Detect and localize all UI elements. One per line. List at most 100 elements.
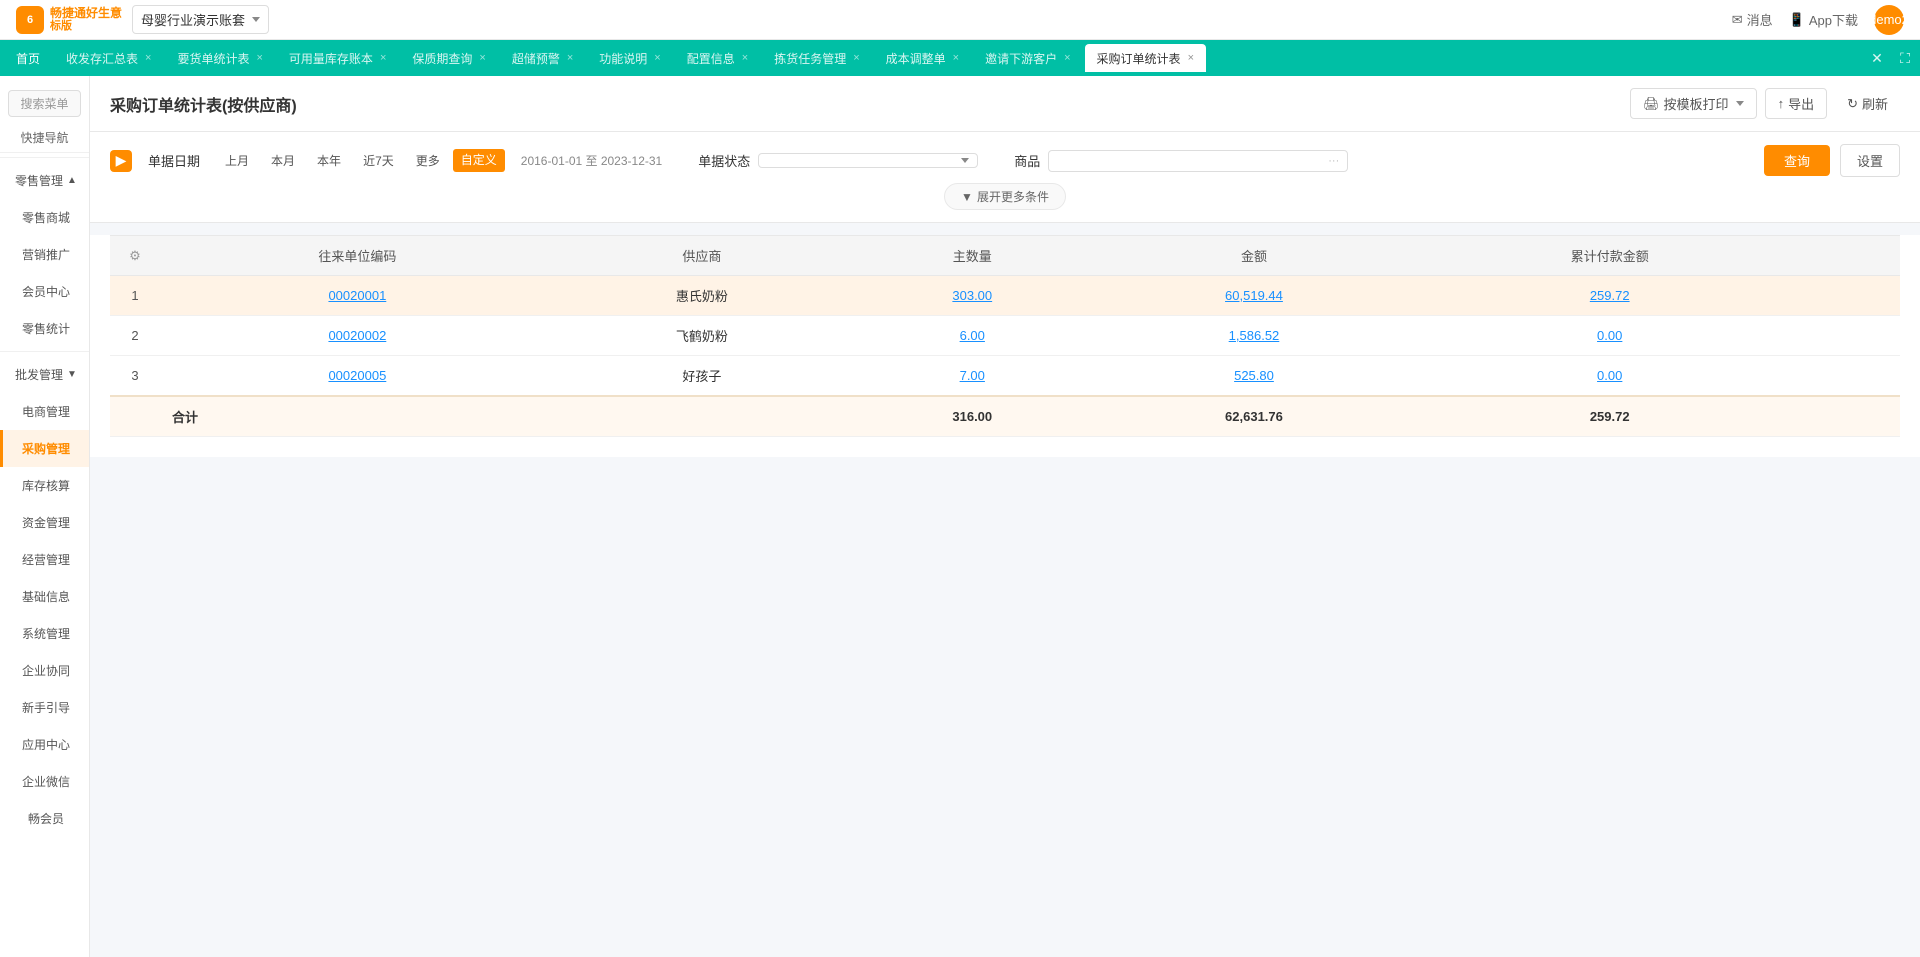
- arrow-icon: ▲: [67, 175, 77, 186]
- search-input[interactable]: 搜索菜单: [8, 90, 81, 117]
- date-btn-more[interactable]: 更多: [407, 149, 449, 172]
- date-btn-last-month[interactable]: 上月: [216, 149, 258, 172]
- tab-shoufacun[interactable]: 收发存汇总表 ×: [54, 44, 163, 72]
- close-icon[interactable]: ×: [1188, 52, 1194, 64]
- setting-button[interactable]: 设置: [1840, 144, 1900, 177]
- row-amount: 1,586.52: [1096, 316, 1413, 356]
- nav-expand-button[interactable]: ⛶: [1894, 47, 1916, 69]
- sidebar-item-appcenter[interactable]: 应用中心: [0, 726, 89, 763]
- refresh-icon: ↻: [1847, 96, 1858, 112]
- sidebar-item-retail-management[interactable]: 零售管理 ▲: [0, 162, 89, 199]
- sidebar-item-basic-info[interactable]: 基础信息: [0, 578, 89, 615]
- date-btn-7days[interactable]: 近7天: [354, 149, 403, 172]
- export-button[interactable]: ↑ 导出: [1765, 88, 1828, 119]
- tab-chaochuyujing[interactable]: 超储预警 ×: [500, 44, 585, 72]
- sidebar-item-purchase[interactable]: 采购管理: [0, 430, 89, 467]
- sidebar-item-enterprise[interactable]: 企业协同: [0, 652, 89, 689]
- sidebar-item-member-center[interactable]: 会员中心: [0, 273, 89, 310]
- status-select[interactable]: [758, 153, 978, 168]
- sidebar-item-finance[interactable]: 资金管理: [0, 504, 89, 541]
- workspace-selector[interactable]: 母婴行业演示账套: [132, 5, 269, 34]
- footer-qty: 316.00: [849, 396, 1096, 437]
- tab-chengben[interactable]: 成本调整单 ×: [874, 44, 971, 72]
- refresh-button[interactable]: ↻ 刷新: [1835, 89, 1900, 118]
- tab-caigou-active[interactable]: 采购订单统计表 ×: [1085, 44, 1206, 72]
- sidebar-item-member[interactable]: 畅会员: [0, 800, 89, 837]
- close-icon[interactable]: ×: [567, 52, 573, 64]
- tab-keyongliang[interactable]: 可用量库存账本 ×: [277, 44, 398, 72]
- filter-toggle-button[interactable]: ▶: [110, 150, 132, 172]
- footer-amount: 62,631.76: [1096, 396, 1413, 437]
- tab-yaohuo[interactable]: 要货单统计表 ×: [165, 44, 274, 72]
- footer-empty: [110, 396, 160, 437]
- close-icon[interactable]: ×: [953, 52, 959, 64]
- table-footer-row: 合计 316.00 62,631.76 259.72: [110, 396, 1900, 437]
- sidebar-item-wholesale[interactable]: 批发管理 ▼: [0, 356, 89, 393]
- goods-input[interactable]: ···: [1048, 150, 1348, 172]
- row-paid: 0.00: [1412, 356, 1807, 397]
- sidebar-item-retail-stats[interactable]: 零售统计: [0, 310, 89, 347]
- sidebar-item-ecommerce[interactable]: 电商管理: [0, 393, 89, 430]
- expand-more-button[interactable]: ▼ 展开更多条件: [944, 183, 1066, 210]
- table-header-row: ⚙ 往来单位编码 供应商 主数量 金额 累计付款金额: [110, 236, 1900, 276]
- main-layout: 搜索菜单 快捷导航 零售管理 ▲ 零售商城 营销推广 会员中心 零售统计 批发管…: [0, 76, 1920, 957]
- ellipsis-icon: ···: [1328, 155, 1339, 167]
- row-supplier: 惠氏奶粉: [555, 276, 849, 316]
- sidebar-item-wechat[interactable]: 企业微信: [0, 763, 89, 800]
- app-download-button[interactable]: 📱 App下载: [1789, 10, 1858, 29]
- sidebar-item-newguide[interactable]: 新手引导: [0, 689, 89, 726]
- tab-yaoqing[interactable]: 邀请下游客户 ×: [973, 44, 1082, 72]
- print-button[interactable]: 🖨 按模板打印: [1630, 88, 1757, 119]
- date-filter-label: 单据日期: [148, 151, 200, 170]
- row-extra: [1807, 276, 1900, 316]
- table-row: 1 00020001 惠氏奶粉 303.00 60,519.44 259.72: [110, 276, 1900, 316]
- row-extra: [1807, 316, 1900, 356]
- date-btn-this-month[interactable]: 本月: [262, 149, 304, 172]
- row-num: 1: [110, 276, 160, 316]
- sidebar-item-retail-mall[interactable]: 零售商城: [0, 199, 89, 236]
- close-icon[interactable]: ×: [380, 52, 386, 64]
- app-icon: 📱: [1789, 12, 1805, 28]
- sidebar-item-operations[interactable]: 经营管理: [0, 541, 89, 578]
- logo-icon: 6: [16, 6, 44, 34]
- row-code: 00020002: [160, 316, 555, 356]
- sidebar-divider-2: [0, 351, 89, 352]
- filter-area: ▶ 单据日期 上月 本月 本年 近7天 更多 自定义 2016-01-01 至 …: [90, 132, 1920, 223]
- date-range-display: 2016-01-01 至 2023-12-31: [521, 152, 662, 169]
- close-icon[interactable]: ×: [1064, 52, 1070, 64]
- sidebar-item-marketing[interactable]: 营销推广: [0, 236, 89, 273]
- nav-close-button[interactable]: ✕: [1866, 47, 1888, 69]
- close-icon[interactable]: ×: [742, 52, 748, 64]
- sidebar-search-wrap: 搜索菜单: [0, 84, 89, 123]
- quick-nav-button[interactable]: 快捷导航: [0, 123, 89, 153]
- settings-icon[interactable]: ⚙: [126, 247, 144, 265]
- footer-paid: 259.72: [1412, 396, 1807, 437]
- message-button[interactable]: ✉ 消息: [1732, 10, 1773, 29]
- top-bar: 6 畅捷通好生意 标版 母婴行业演示账套 ✉ 消息 📱 App下载 demo2: [0, 0, 1920, 40]
- query-button[interactable]: 查询: [1764, 145, 1830, 176]
- footer-label: 合计: [160, 396, 849, 437]
- row-code: 00020001: [160, 276, 555, 316]
- tab-home[interactable]: 首页: [4, 44, 52, 72]
- tab-gongneng[interactable]: 功能说明 ×: [587, 44, 672, 72]
- row-amount: 60,519.44: [1096, 276, 1413, 316]
- nav-tabs: 首页 收发存汇总表 × 要货单统计表 × 可用量库存账本 × 保质期查询 × 超…: [0, 40, 1920, 76]
- close-icon[interactable]: ×: [145, 52, 151, 64]
- row-qty: 7.00: [849, 356, 1096, 397]
- date-custom-tag[interactable]: 自定义: [453, 149, 505, 172]
- close-icon[interactable]: ×: [479, 52, 485, 64]
- avatar[interactable]: demo2: [1874, 5, 1904, 35]
- th-supplier: 供应商: [555, 236, 849, 276]
- date-btn-this-year[interactable]: 本年: [308, 149, 350, 172]
- sidebar-item-inventory[interactable]: 库存核算: [0, 467, 89, 504]
- tab-peizhi[interactable]: 配置信息 ×: [675, 44, 760, 72]
- close-icon[interactable]: ×: [256, 52, 262, 64]
- sidebar-item-system[interactable]: 系统管理: [0, 615, 89, 652]
- tab-baozhiqi[interactable]: 保质期查询 ×: [400, 44, 497, 72]
- close-icon[interactable]: ×: [654, 52, 660, 64]
- page-header-actions: 🖨 按模板打印 ↑ 导出 ↻ 刷新: [1630, 88, 1900, 119]
- row-supplier: 飞鹤奶粉: [555, 316, 849, 356]
- close-icon[interactable]: ×: [853, 52, 859, 64]
- chevron-down-icon: [961, 158, 969, 163]
- tab-jianhuo[interactable]: 拣货任务管理 ×: [762, 44, 871, 72]
